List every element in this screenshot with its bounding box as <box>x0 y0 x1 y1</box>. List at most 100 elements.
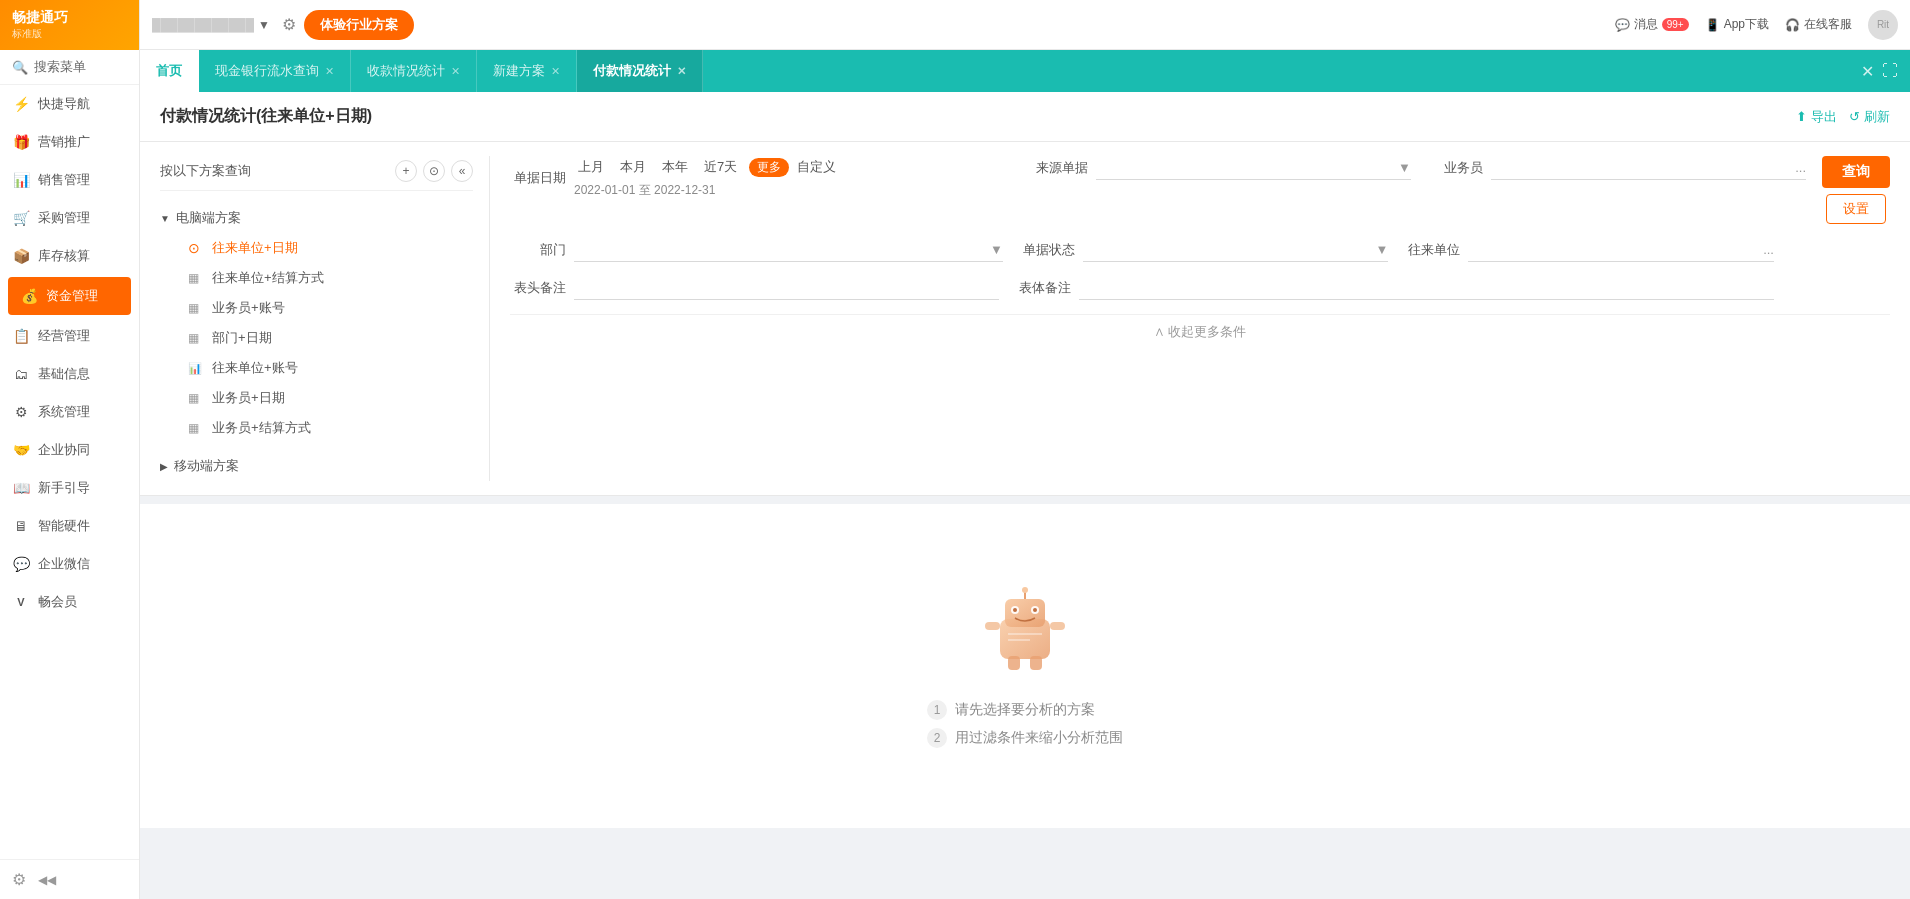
svg-rect-1 <box>1005 599 1045 627</box>
sidebar-logo: 畅捷通巧 标准版 <box>0 0 139 50</box>
custom-date-btn[interactable]: 自定义 <box>797 158 836 176</box>
collapse-scheme-btn[interactable]: « <box>451 160 473 182</box>
user-avatar[interactable]: Rit <box>1868 10 1898 40</box>
sidebar-item-basic[interactable]: 🗂 基础信息 <box>0 355 139 393</box>
tab-payment-stat[interactable]: 付款情况统计 ✕ <box>577 50 703 92</box>
scheme-label-1: 往来单位+结算方式 <box>212 269 324 287</box>
date-shortcuts: 上月 本月 本年 近7天 更多 自定义 <box>574 156 1016 178</box>
scheme-item-staff-date[interactable]: ▦ 业务员+日期 <box>180 383 473 413</box>
add-icon: + <box>402 164 409 178</box>
sidebar-bottom: ⚙ ◀◀ <box>0 859 139 899</box>
sidebar-item-operations[interactable]: 📋 经营管理 <box>0 317 139 355</box>
last-month-btn[interactable]: 上月 <box>574 156 608 178</box>
body-note-input[interactable] <box>1079 276 1774 300</box>
operations-icon: 📋 <box>12 327 30 345</box>
scheme-icon-4: 📊 <box>188 362 204 375</box>
header-note-input[interactable] <box>574 276 999 300</box>
address-text: ████████████ <box>152 18 254 32</box>
collapse-bar[interactable]: ∧ 收起更多条件 <box>510 314 1890 349</box>
sidebar-item-sales[interactable]: 📊 销售管理 <box>0 161 139 199</box>
online-service-btn[interactable]: 🎧 在线客服 <box>1785 16 1852 33</box>
tab-bank-close[interactable]: ✕ <box>325 65 334 78</box>
sidebar-item-hardware[interactable]: 🖥 智能硬件 <box>0 507 139 545</box>
sidebar-item-marketing[interactable]: 🎁 营销推广 <box>0 123 139 161</box>
tab-payment-close[interactable]: ✕ <box>677 65 686 78</box>
staff-select[interactable]: ... <box>1491 156 1806 180</box>
settings-btn[interactable]: 设置 <box>1826 194 1886 224</box>
logo-sub: 标准版 <box>12 27 68 41</box>
trial-btn[interactable]: 体验行业方案 <box>304 10 414 40</box>
pc-category[interactable]: ▼ 电脑端方案 <box>160 203 473 233</box>
topnav-gear-icon[interactable]: ⚙ <box>282 15 296 34</box>
tab-home[interactable]: 首页 <box>140 50 199 92</box>
collapse-sidebar-icon[interactable]: ◀◀ <box>38 873 56 887</box>
sidebar-item-label: 企业微信 <box>38 555 90 573</box>
sidebar-item-fund[interactable]: 💰 资金管理 <box>8 277 131 315</box>
sidebar-item-member[interactable]: V 畅会员 <box>0 583 139 621</box>
date-range-display: 2022-01-01 至 2022-12-31 <box>574 182 1016 199</box>
this-month-btn[interactable]: 本月 <box>616 156 650 178</box>
close-all-tabs-icon[interactable]: ✕ <box>1861 62 1874 81</box>
mobile-category[interactable]: ▶ 移动端方案 <box>160 451 473 481</box>
scheme-item-dept-date[interactable]: ▦ 部门+日期 <box>180 323 473 353</box>
sidebar-item-system[interactable]: ⚙ 系统管理 <box>0 393 139 431</box>
sidebar-item-quick-nav[interactable]: ⚡ 快捷导航 <box>0 85 139 123</box>
tab-receipt-close[interactable]: ✕ <box>451 65 460 78</box>
sidebar-item-label: 系统管理 <box>38 403 90 421</box>
scheme-item-partner-date[interactable]: ⊙ 往来单位+日期 <box>180 233 473 263</box>
message-badge: 99+ <box>1662 18 1689 31</box>
scheme-title: 按以下方案查询 <box>160 162 251 180</box>
sidebar-item-purchase[interactable]: 🛒 采购管理 <box>0 199 139 237</box>
tab-bank[interactable]: 现金银行流水查询 ✕ <box>199 50 351 92</box>
dropdown-icon[interactable]: ▼ <box>258 18 270 32</box>
source-select[interactable]: ▼ <box>1096 156 1411 180</box>
scheme-header-actions: + ⊙ « <box>395 160 473 182</box>
settings-scheme-btn[interactable]: ⊙ <box>423 160 445 182</box>
status-select[interactable]: ▼ <box>1083 238 1389 262</box>
tab-new-scheme-label: 新建方案 <box>493 62 545 80</box>
service-label: 在线客服 <box>1804 16 1852 33</box>
source-label: 来源单据 <box>1032 159 1088 177</box>
more-dates-btn[interactable]: 更多 <box>749 158 789 177</box>
scheme-icon-1: ▦ <box>188 271 204 285</box>
expand-icon[interactable]: ⛶ <box>1882 62 1898 80</box>
message-btn[interactable]: 💬 消息 99+ <box>1615 16 1689 33</box>
scheme-label-6: 业务员+结算方式 <box>212 419 311 437</box>
refresh-btn[interactable]: ↺ 刷新 <box>1849 108 1890 126</box>
action-btns: 查询 设置 <box>1822 156 1890 224</box>
tab-new-scheme-close[interactable]: ✕ <box>551 65 560 78</box>
dept-arrow-icon: ▼ <box>990 242 1003 257</box>
sidebar-item-wechat[interactable]: 💬 企业微信 <box>0 545 139 583</box>
tab-receipt-stat[interactable]: 收款情况统计 ✕ <box>351 50 477 92</box>
tab-bank-label: 现金银行流水查询 <box>215 62 319 80</box>
settings-icon[interactable]: ⚙ <box>12 870 26 889</box>
fund-icon: 💰 <box>20 287 38 305</box>
scheme-item-partner-settle[interactable]: ▦ 往来单位+结算方式 <box>180 263 473 293</box>
query-btn[interactable]: 查询 <box>1822 156 1890 188</box>
add-scheme-btn[interactable]: + <box>395 160 417 182</box>
filter-row-2: 部门 ▼ 单据状态 ▼ <box>510 238 1890 262</box>
sidebar-item-label: 营销推广 <box>38 133 90 151</box>
collapse-icon: « <box>459 164 466 178</box>
dept-label: 部门 <box>510 241 566 259</box>
dept-select[interactable]: ▼ <box>574 238 1003 262</box>
partner-select[interactable]: ... <box>1468 238 1774 262</box>
scheme-icon-2: ▦ <box>188 301 204 315</box>
message-icon: 💬 <box>1615 18 1630 32</box>
sidebar-item-guide[interactable]: 📖 新手引导 <box>0 469 139 507</box>
export-btn[interactable]: ⬆ 导出 <box>1796 108 1837 126</box>
last-7days-btn[interactable]: 近7天 <box>700 156 741 178</box>
sidebar-item-inventory[interactable]: 📦 库存核算 <box>0 237 139 275</box>
sidebar-item-collab[interactable]: 🤝 企业协同 <box>0 431 139 469</box>
search-menu[interactable]: 🔍 搜索菜单 <box>0 50 139 85</box>
tip-num-2: 2 <box>927 728 947 748</box>
sidebar-item-label: 基础信息 <box>38 365 90 383</box>
scheme-item-staff-settle[interactable]: ▦ 业务员+结算方式 <box>180 413 473 443</box>
app-download-btn[interactable]: 📱 App下载 <box>1705 16 1769 33</box>
this-year-btn[interactable]: 本年 <box>658 156 692 178</box>
hardware-icon: 🖥 <box>12 517 30 535</box>
tab-new-scheme[interactable]: 新建方案 ✕ <box>477 50 577 92</box>
scheme-item-partner-account[interactable]: 📊 往来单位+账号 <box>180 353 473 383</box>
scheme-item-staff-account[interactable]: ▦ 业务员+账号 <box>180 293 473 323</box>
svg-rect-10 <box>1008 656 1020 670</box>
